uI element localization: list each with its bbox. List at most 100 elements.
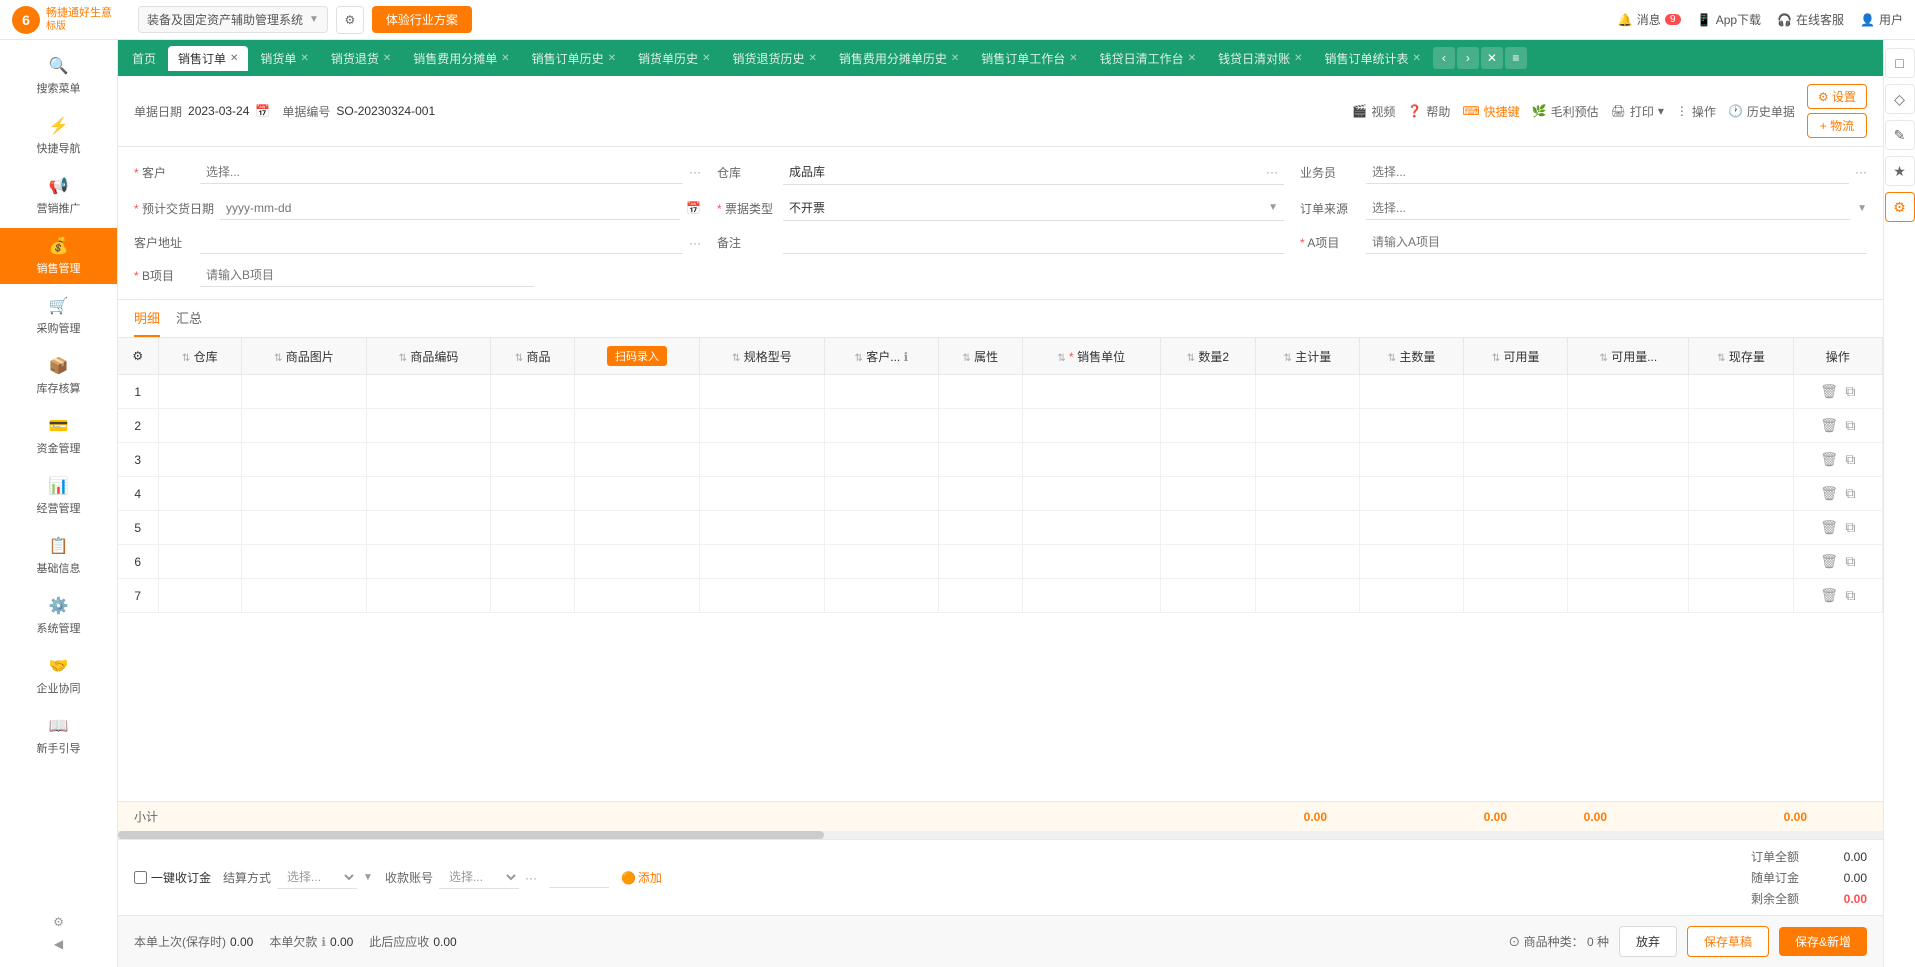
- cell-sales-unit[interactable]: [1022, 443, 1160, 477]
- cell-attribute[interactable]: [938, 545, 1022, 579]
- add-button[interactable]: 🟠 添加: [621, 869, 662, 886]
- horizontal-scrollbar[interactable]: [118, 831, 1883, 839]
- tab-cash-daily-reconcile[interactable]: 钱贷日清对账 ✕: [1208, 46, 1312, 71]
- tab-close-icon[interactable]: ✕: [1069, 53, 1077, 64]
- sidebar-item-purchase[interactable]: 🛒 采购管理: [0, 288, 117, 344]
- cell-qty2[interactable]: [1160, 443, 1255, 477]
- one-click-order-input[interactable]: [134, 871, 147, 884]
- cell-main-unit[interactable]: [1255, 579, 1359, 613]
- sort-icon[interactable]: ⇅: [1187, 353, 1195, 364]
- account-no-select[interactable]: 选择...: [439, 866, 519, 889]
- row-delete-button[interactable]: 🗑: [1818, 585, 1840, 606]
- right-icon-5[interactable]: ⚙: [1885, 192, 1915, 222]
- tab-close-icon[interactable]: ✕: [501, 53, 509, 64]
- cell-attribute[interactable]: [938, 443, 1022, 477]
- cell-qty2[interactable]: [1160, 409, 1255, 443]
- notes-input[interactable]: [783, 231, 1284, 254]
- table-tab-summary[interactable]: 汇总: [176, 300, 202, 337]
- sidebar-settings-icon[interactable]: ⚙: [53, 915, 64, 929]
- row-delete-button[interactable]: 🗑: [1818, 551, 1840, 572]
- cell-main-qty[interactable]: [1359, 443, 1463, 477]
- cell-main-qty[interactable]: [1359, 545, 1463, 579]
- operate-button[interactable]: ⋮ 操作: [1676, 103, 1716, 120]
- payment-method-select[interactable]: 选择...: [277, 866, 357, 889]
- cell-scan[interactable]: [574, 579, 699, 613]
- cell-available[interactable]: [1464, 511, 1568, 545]
- shortcut-button[interactable]: ⌨ 快捷键: [1462, 103, 1519, 120]
- profit-estimate-button[interactable]: 🌿 毛利预估: [1532, 103, 1599, 120]
- sidebar-item-system[interactable]: ⚙️ 系统管理: [0, 588, 117, 644]
- tab-close-icon[interactable]: ✕: [808, 53, 816, 64]
- cell-product-image[interactable]: [242, 579, 367, 613]
- salesperson-more-icon[interactable]: ···: [1855, 165, 1867, 179]
- tab-sales-order[interactable]: 销售订单 ✕: [168, 46, 248, 71]
- tab-close-icon[interactable]: ✕: [230, 53, 238, 64]
- scan-button[interactable]: 扫码录入: [607, 346, 667, 366]
- row-delete-button[interactable]: 🗑: [1818, 483, 1840, 504]
- cell-main-qty[interactable]: [1359, 477, 1463, 511]
- tab-sales-refund[interactable]: 销货退货 ✕: [321, 46, 401, 71]
- user-menu-button[interactable]: 👤 用户: [1860, 11, 1903, 28]
- cell-available2[interactable]: [1568, 409, 1689, 443]
- sort-icon[interactable]: ⇅: [1492, 353, 1500, 364]
- cell-product[interactable]: [491, 545, 575, 579]
- app-download-button[interactable]: 📱 App下载: [1697, 11, 1761, 28]
- cell-warehouse[interactable]: [158, 409, 242, 443]
- cell-scan[interactable]: [574, 375, 699, 409]
- cell-spec[interactable]: [700, 579, 825, 613]
- warehouse-more-icon[interactable]: ···: [1266, 165, 1278, 179]
- tab-sales-fee-split-history[interactable]: 销售费用分摊单历史 ✕: [829, 46, 969, 71]
- salesperson-input[interactable]: [1366, 161, 1849, 184]
- customer-address-more-icon[interactable]: ···: [689, 236, 701, 250]
- customer-address-input[interactable]: [200, 231, 683, 254]
- tab-close-icon[interactable]: ✕: [300, 53, 308, 64]
- tab-sales-refund-history[interactable]: 销货退货历史 ✕: [722, 46, 826, 71]
- sort-icon[interactable]: ⇅: [515, 353, 523, 364]
- sidebar-item-guide[interactable]: 📖 新手引导: [0, 708, 117, 764]
- cell-scan[interactable]: [574, 409, 699, 443]
- cell-product-image[interactable]: [242, 477, 367, 511]
- cell-attribute[interactable]: [938, 477, 1022, 511]
- customer-more-icon[interactable]: ···: [689, 165, 701, 179]
- tab-sales-return[interactable]: 销货单 ✕: [250, 46, 318, 71]
- cell-product[interactable]: [491, 443, 575, 477]
- save-new-button[interactable]: 保存&新增: [1779, 927, 1867, 956]
- row-delete-button[interactable]: 🗑: [1818, 381, 1840, 402]
- cell-qty2[interactable]: [1160, 477, 1255, 511]
- cell-stock[interactable]: [1689, 443, 1793, 477]
- tab-next-button[interactable]: ›: [1457, 47, 1479, 69]
- cell-spec[interactable]: [700, 409, 825, 443]
- sidebar-item-finance[interactable]: 💳 资金管理: [0, 408, 117, 464]
- cell-main-qty[interactable]: [1359, 511, 1463, 545]
- customer-input[interactable]: [200, 161, 683, 184]
- cell-spec[interactable]: [700, 375, 825, 409]
- sidebar-item-sales[interactable]: 💰 销售管理: [0, 228, 117, 284]
- cell-main-unit[interactable]: [1255, 443, 1359, 477]
- tab-cash-daily-workspace[interactable]: 钱贷日清工作台 ✕: [1090, 46, 1206, 71]
- cell-stock[interactable]: [1689, 477, 1793, 511]
- cell-qty2[interactable]: [1160, 545, 1255, 579]
- sort-icon[interactable]: ⇅: [1057, 353, 1065, 364]
- cell-spec[interactable]: [700, 511, 825, 545]
- row-delete-button[interactable]: 🗑: [1818, 449, 1840, 470]
- row-copy-button[interactable]: ⧉: [1843, 517, 1857, 538]
- cell-customer-code[interactable]: [824, 579, 938, 613]
- calendar-icon[interactable]: 📅: [255, 104, 270, 118]
- tab-close-icon[interactable]: ✕: [702, 53, 710, 64]
- cell-stock[interactable]: [1689, 545, 1793, 579]
- cell-qty2[interactable]: [1160, 579, 1255, 613]
- cell-warehouse[interactable]: [158, 443, 242, 477]
- cell-sales-unit[interactable]: [1022, 511, 1160, 545]
- cell-main-qty[interactable]: [1359, 579, 1463, 613]
- cell-main-qty[interactable]: [1359, 409, 1463, 443]
- cell-product-image[interactable]: [242, 375, 367, 409]
- tab-close-icon[interactable]: ✕: [383, 53, 391, 64]
- cell-sales-unit[interactable]: [1022, 375, 1160, 409]
- cell-available2[interactable]: [1568, 579, 1689, 613]
- cell-product-code[interactable]: [366, 375, 491, 409]
- cell-available[interactable]: [1464, 579, 1568, 613]
- tab-close-all-button[interactable]: ✕: [1481, 47, 1503, 69]
- cell-product-code[interactable]: [366, 409, 491, 443]
- tab-home[interactable]: 首页: [122, 46, 166, 71]
- b-project-input[interactable]: [200, 264, 534, 287]
